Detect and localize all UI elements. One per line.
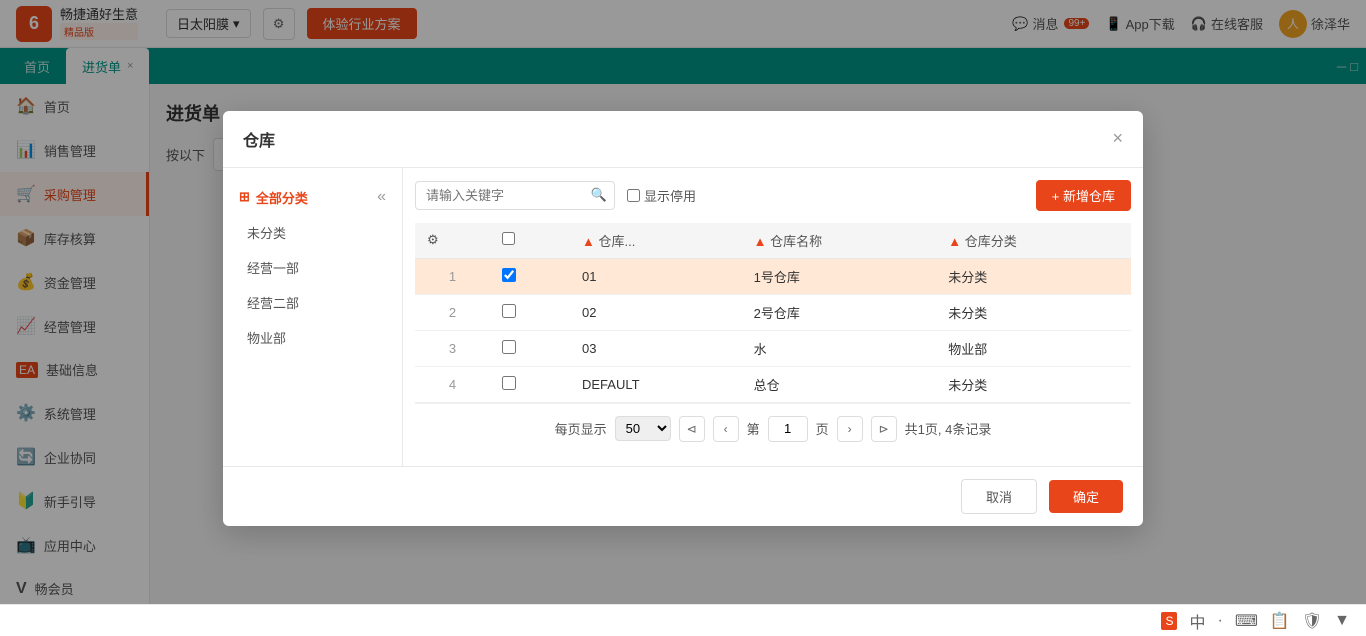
- modal-footer: 取消 确定: [223, 466, 1143, 526]
- category-header: ⊞ 全部分类 «: [223, 180, 402, 215]
- per-page-label: 每页显示: [555, 419, 607, 438]
- category-item-unclassified[interactable]: 未分类: [223, 215, 402, 250]
- modal-title: 仓库: [243, 127, 275, 151]
- total-info: 共1页, 4条记录: [905, 419, 992, 438]
- category-sidebar: ⊞ 全部分类 « 未分类 经营一部 经营二部 物业部: [223, 168, 403, 466]
- category-item-dept1[interactable]: 经营一部: [223, 250, 402, 285]
- row-name: 水: [742, 330, 937, 366]
- sort-icon: ▲: [582, 234, 595, 249]
- cancel-button[interactable]: 取消: [961, 479, 1037, 514]
- modal-close-button[interactable]: ×: [1112, 128, 1123, 149]
- sort-icon3: ▲: [948, 234, 961, 249]
- bottom-icon-arrow[interactable]: ▼: [1334, 612, 1350, 630]
- row-checkbox-cell: [490, 258, 570, 294]
- prev-page-button[interactable]: ‹: [713, 416, 739, 442]
- row-code: DEFAULT: [570, 366, 742, 402]
- row-category: 物业部: [936, 330, 1131, 366]
- col-category-header[interactable]: ▲ 仓库分类: [936, 223, 1131, 259]
- add-warehouse-button[interactable]: + 新增仓库: [1036, 180, 1131, 211]
- bottom-bar: S 中 · ⌨ 📋 🛡 ▼: [0, 604, 1366, 636]
- next-page-button[interactable]: ›: [837, 416, 863, 442]
- select-all-checkbox[interactable]: [502, 232, 515, 245]
- warehouse-table: ⚙ ▲ 仓库... ▲ 仓库名称 ▲: [415, 223, 1131, 403]
- table-row[interactable]: 3 03 水 物业部: [415, 330, 1131, 366]
- show-disabled-checkbox[interactable]: [627, 189, 640, 202]
- search-input-wrap: 🔍: [415, 181, 615, 210]
- all-category-button[interactable]: ⊞ 全部分类: [239, 188, 308, 207]
- row-name: 总仓: [742, 366, 937, 402]
- table-row[interactable]: 1 01 1号仓库 未分类: [415, 258, 1131, 294]
- row-code: 02: [570, 294, 742, 330]
- bottom-icon-dot[interactable]: ·: [1218, 612, 1223, 630]
- row-name: 1号仓库: [742, 258, 937, 294]
- row-index: 1: [415, 258, 490, 294]
- search-icon[interactable]: 🔍: [591, 187, 607, 203]
- row-code: 03: [570, 330, 742, 366]
- all-category-label: 全部分类: [256, 188, 308, 207]
- table-row[interactable]: 4 DEFAULT 总仓 未分类: [415, 366, 1131, 402]
- bottom-icon-shield[interactable]: 🛡: [1302, 611, 1322, 631]
- modal-overlay: 仓库 × ⊞ 全部分类 « 未分类 经营一部: [0, 0, 1366, 636]
- grid-icon: ⊞: [239, 189, 250, 205]
- row-checkbox[interactable]: [502, 268, 516, 282]
- per-page-select[interactable]: 50 100: [615, 416, 671, 441]
- col-checkbox-header: [490, 223, 570, 259]
- row-code: 01: [570, 258, 742, 294]
- collapse-icon[interactable]: «: [377, 188, 386, 206]
- last-page-button[interactable]: ⊳: [871, 416, 897, 442]
- confirm-button[interactable]: 确定: [1049, 480, 1123, 513]
- row-index: 4: [415, 366, 490, 402]
- page-number-input[interactable]: [768, 416, 808, 442]
- col-name-header[interactable]: ▲ 仓库名称: [742, 223, 937, 259]
- row-checkbox[interactable]: [502, 376, 516, 390]
- sort-icon2: ▲: [754, 234, 767, 249]
- search-input[interactable]: [415, 181, 615, 210]
- row-checkbox[interactable]: [502, 340, 516, 354]
- row-category: 未分类: [936, 294, 1131, 330]
- row-category: 未分类: [936, 258, 1131, 294]
- row-checkbox-cell: [490, 330, 570, 366]
- row-checkbox[interactable]: [502, 304, 516, 318]
- table-area: 🔍 显示停用 + 新增仓库 ⚙ ▲: [403, 168, 1143, 466]
- row-checkbox-cell: [490, 366, 570, 402]
- first-page-button[interactable]: ⊲: [679, 416, 705, 442]
- bottom-icon-clipboard[interactable]: 📋: [1270, 611, 1290, 631]
- category-item-property[interactable]: 物业部: [223, 320, 402, 355]
- pagination: 每页显示 50 100 ⊲ ‹ 第 页 › ⊳ 共1页, 4条记录: [415, 403, 1131, 454]
- col-code-header[interactable]: ▲ 仓库...: [570, 223, 742, 259]
- page-suffix-label: 页: [816, 419, 829, 438]
- row-index: 3: [415, 330, 490, 366]
- bottom-icon-keyboard[interactable]: ⌨: [1235, 611, 1258, 631]
- row-name: 2号仓库: [742, 294, 937, 330]
- modal-header: 仓库 ×: [223, 111, 1143, 168]
- bottom-icon-zhong[interactable]: 中: [1189, 609, 1205, 633]
- row-checkbox-cell: [490, 294, 570, 330]
- row-index: 2: [415, 294, 490, 330]
- table-row[interactable]: 2 02 2号仓库 未分类: [415, 294, 1131, 330]
- category-item-dept2[interactable]: 经营二部: [223, 285, 402, 320]
- warehouse-modal: 仓库 × ⊞ 全部分类 « 未分类 经营一部: [223, 111, 1143, 526]
- page-prefix-label: 第: [747, 419, 760, 438]
- col-gear: ⚙: [415, 223, 490, 259]
- search-bar: 🔍 显示停用 + 新增仓库: [415, 180, 1131, 211]
- modal-body: ⊞ 全部分类 « 未分类 经营一部 经营二部 物业部: [223, 168, 1143, 466]
- show-disabled-label[interactable]: 显示停用: [627, 186, 696, 205]
- bottom-icon-zh[interactable]: S: [1161, 612, 1177, 630]
- row-category: 未分类: [936, 366, 1131, 402]
